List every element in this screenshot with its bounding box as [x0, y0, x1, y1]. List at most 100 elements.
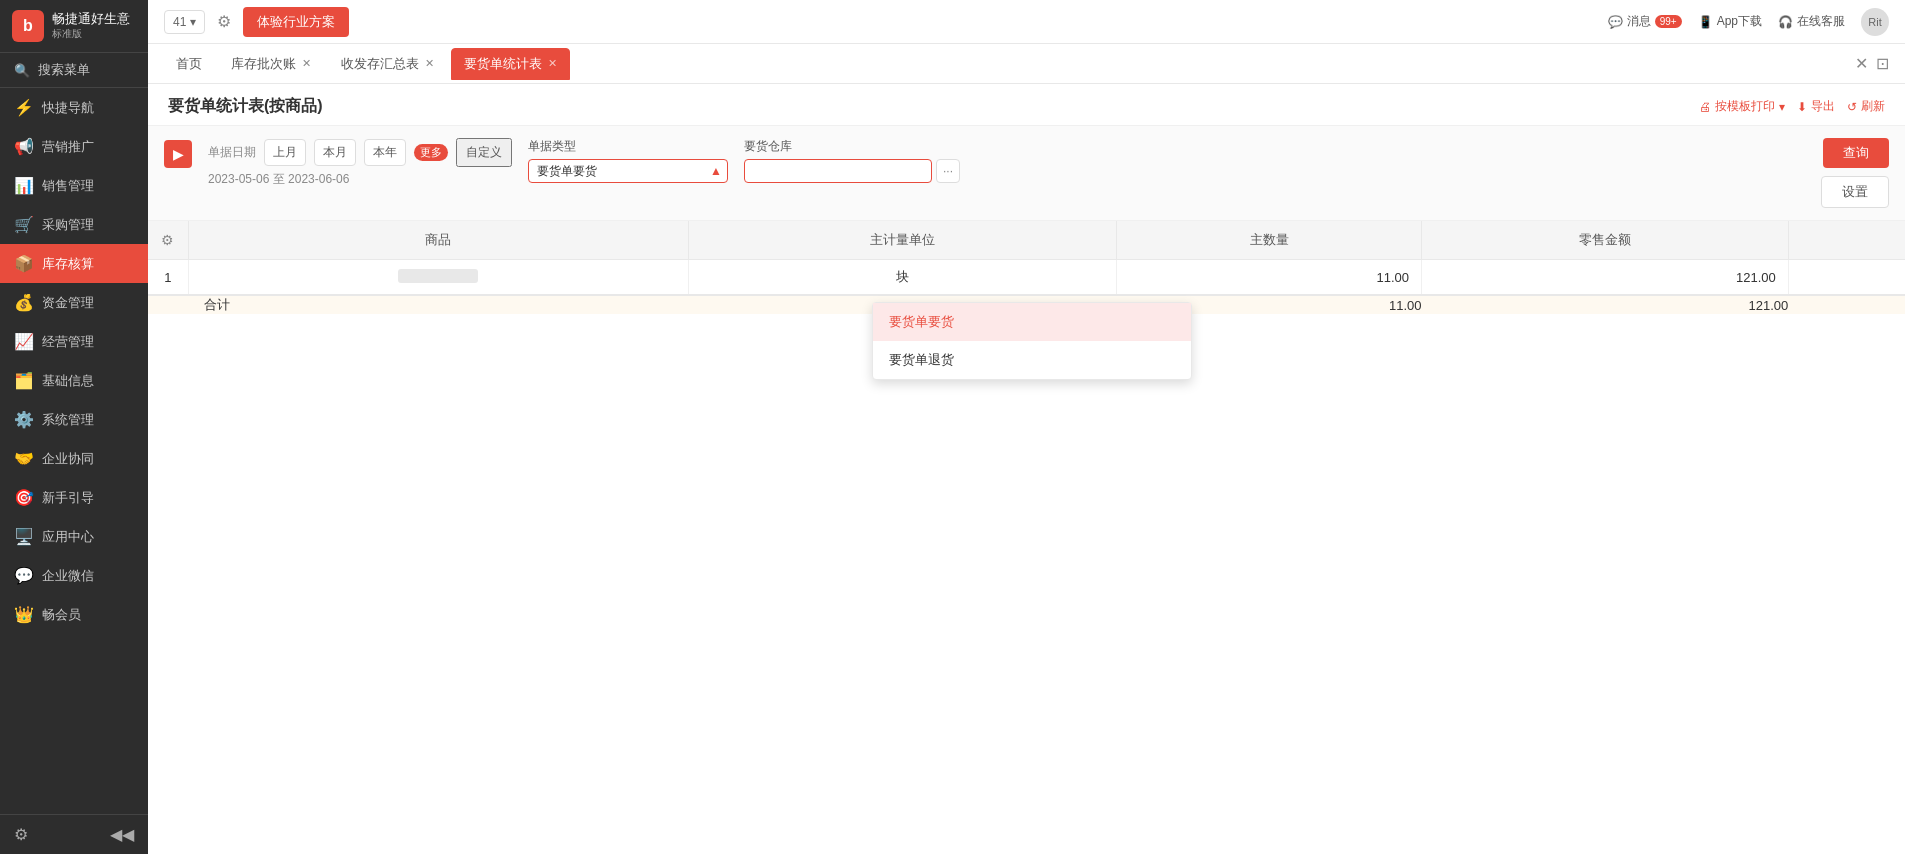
date-more-badge[interactable]: 更多: [414, 144, 448, 161]
date-custom-btn[interactable]: 自定义: [456, 138, 512, 167]
footer-collapse-icon[interactable]: ◀◀: [110, 825, 134, 844]
operations-icon: 📈: [14, 332, 34, 351]
filter-expand-button[interactable]: ▶: [164, 140, 192, 168]
sidebar-item-basic-info[interactable]: 🗂️ 基础信息: [0, 361, 148, 400]
home-tab-label: 首页: [176, 56, 202, 71]
header-right: 💬 消息 99+ 📱 App下载 🎧 在线客服 Rit: [1608, 8, 1889, 36]
sidebar-footer: ⚙ ◀◀: [0, 814, 148, 854]
marketing-icon: 📢: [14, 137, 34, 156]
sidebar-item-finance[interactable]: 💰 资金管理: [0, 283, 148, 322]
sidebar-item-guide[interactable]: 🎯 新手引导: [0, 478, 148, 517]
search-menu-label: 搜索菜单: [38, 61, 90, 79]
tab-order-summary[interactable]: 要货单统计表 ✕: [451, 48, 570, 80]
search-menu[interactable]: 🔍 搜索菜单: [0, 53, 148, 88]
app-name: 畅捷通好生意: [52, 11, 130, 28]
close-icon[interactable]: ✕: [302, 57, 311, 70]
tab-maximize-icon[interactable]: ⊡: [1876, 54, 1889, 73]
quick-nav-icon: ⚡: [14, 98, 34, 117]
page-header: 要货单统计表(按商品) 🖨 按模板打印 ▾ ⬇ 导出 ↺ 刷新: [148, 84, 1905, 126]
cell-qty: 11.00: [1117, 260, 1422, 296]
refresh-icon: ↺: [1847, 100, 1857, 114]
sidebar-item-operations[interactable]: 📈 经营管理: [0, 322, 148, 361]
col-extra: [1788, 221, 1905, 260]
breadcrumb-value: 41: [173, 15, 186, 29]
search-icon: 🔍: [14, 63, 30, 78]
tab-bar-right: ✕ ⊡: [1855, 54, 1889, 73]
page-title: 要货单统计表(按商品): [168, 96, 323, 117]
tab-label: 收发存汇总表: [341, 55, 419, 73]
close-icon[interactable]: ✕: [425, 57, 434, 70]
warehouse-more-btn[interactable]: ···: [936, 159, 960, 183]
sidebar-item-label: 营销推广: [42, 138, 94, 156]
app-center-icon: 🖥️: [14, 527, 34, 546]
top-header: 41 ▾ ⚙ 体验行业方案 💬 消息 99+ 📱 App下载 🎧 在线客服 Ri…: [148, 0, 1905, 44]
print-action[interactable]: 🖨 按模板打印 ▾: [1699, 98, 1785, 115]
tab-recv-summary[interactable]: 收发存汇总表 ✕: [328, 48, 447, 80]
doc-type-label: 单据类型: [528, 138, 728, 155]
export-label: 导出: [1811, 98, 1835, 115]
sidebar-item-members[interactable]: 👑 畅会员: [0, 595, 148, 634]
footer-settings-icon[interactable]: ⚙: [14, 825, 28, 844]
date-filter-label: 单据日期: [208, 144, 256, 161]
app-download-label: App下载: [1717, 13, 1762, 30]
date-range-display: 2023-05-06 至 2023-06-06: [208, 171, 512, 188]
sidebar-item-inventory[interactable]: 📦 库存核算: [0, 244, 148, 283]
cell-product: [188, 260, 688, 296]
date-this-month-btn[interactable]: 本月: [314, 139, 356, 166]
table-settings-icon[interactable]: ⚙: [161, 232, 174, 248]
industry-solution-button[interactable]: 体验行业方案: [243, 7, 349, 37]
messages-action[interactable]: 💬 消息 99+: [1608, 13, 1682, 30]
online-service-action[interactable]: 🎧 在线客服: [1778, 13, 1845, 30]
sidebar-item-purchase[interactable]: 🛒 采购管理: [0, 205, 148, 244]
sidebar-item-wechat-biz[interactable]: 💬 企业微信: [0, 556, 148, 595]
app-logo-icon: b: [12, 10, 44, 42]
total-empty-1: [148, 295, 188, 314]
doc-type-select-wrapper: 要货单要货要货单退货 ▲: [528, 159, 728, 183]
header-left: 41 ▾ ⚙ 体验行业方案: [164, 7, 349, 37]
sidebar-logo: b 畅捷通好生意 标准版: [0, 0, 148, 53]
date-options-row: 单据日期 上月 本月 本年 更多 自定义: [208, 138, 512, 167]
dropdown-item-order-goods[interactable]: 要货单要货: [873, 303, 1191, 341]
header-settings-icon[interactable]: ⚙: [217, 12, 231, 31]
expand-icon: ▶: [173, 146, 184, 162]
settings-button[interactable]: 设置: [1821, 176, 1889, 208]
tab-home[interactable]: 首页: [164, 49, 214, 79]
date-last-month-btn[interactable]: 上月: [264, 139, 306, 166]
tab-inventory-batch[interactable]: 库存批次账 ✕: [218, 48, 324, 80]
system-icon: ⚙️: [14, 410, 34, 429]
messages-label: 消息: [1627, 13, 1651, 30]
sidebar-item-marketing[interactable]: 📢 营销推广: [0, 127, 148, 166]
doc-type-select[interactable]: 要货单要货要货单退货: [528, 159, 728, 183]
date-this-year-btn[interactable]: 本年: [364, 139, 406, 166]
close-icon[interactable]: ✕: [548, 57, 557, 70]
sidebar-item-app-center[interactable]: 🖥️ 应用中心: [0, 517, 148, 556]
dropdown-item-order-return[interactable]: 要货单退货: [873, 341, 1191, 379]
app-download-action[interactable]: 📱 App下载: [1698, 13, 1762, 30]
export-action[interactable]: ⬇ 导出: [1797, 98, 1835, 115]
export-icon: ⬇: [1797, 100, 1807, 114]
sidebar-item-sales[interactable]: 📊 销售管理: [0, 166, 148, 205]
sidebar-item-quick-nav[interactable]: ⚡ 快捷导航: [0, 88, 148, 127]
sidebar-item-system[interactable]: ⚙️ 系统管理: [0, 400, 148, 439]
page-actions: 🖨 按模板打印 ▾ ⬇ 导出 ↺ 刷新: [1699, 98, 1885, 115]
date-filter-group: 单据日期 上月 本月 本年 更多 自定义 2023-05-06 至 2023-0…: [208, 138, 512, 188]
sidebar-nav: ⚡ 快捷导航 📢 营销推广 📊 销售管理 🛒 采购管理 📦 库存核算 💰 资金管…: [0, 88, 148, 814]
sidebar: b 畅捷通好生意 标准版 🔍 搜索菜单 ⚡ 快捷导航 📢 营销推广 📊 销售管理…: [0, 0, 148, 854]
breadcrumb-select[interactable]: 41 ▾: [164, 10, 205, 34]
headset-icon: 🎧: [1778, 15, 1793, 29]
refresh-action[interactable]: ↺ 刷新: [1847, 98, 1885, 115]
avatar[interactable]: Rit: [1861, 8, 1889, 36]
total-amount: 121.00: [1422, 295, 1789, 314]
cell-row-num: 1: [148, 260, 188, 296]
enterprise-icon: 🤝: [14, 449, 34, 468]
sidebar-item-enterprise[interactable]: 🤝 企业协同: [0, 439, 148, 478]
query-button[interactable]: 查询: [1823, 138, 1889, 168]
online-service-label: 在线客服: [1797, 13, 1845, 30]
content-area: 要货单统计表(按商品) 🖨 按模板打印 ▾ ⬇ 导出 ↺ 刷新: [148, 84, 1905, 854]
tab-close-all-icon[interactable]: ✕: [1855, 54, 1868, 73]
warehouse-input[interactable]: [744, 159, 932, 183]
cell-amount: 121.00: [1422, 260, 1789, 296]
warehouse-filter: 要货仓库 ···: [744, 138, 932, 183]
sales-icon: 📊: [14, 176, 34, 195]
purchase-icon: 🛒: [14, 215, 34, 234]
